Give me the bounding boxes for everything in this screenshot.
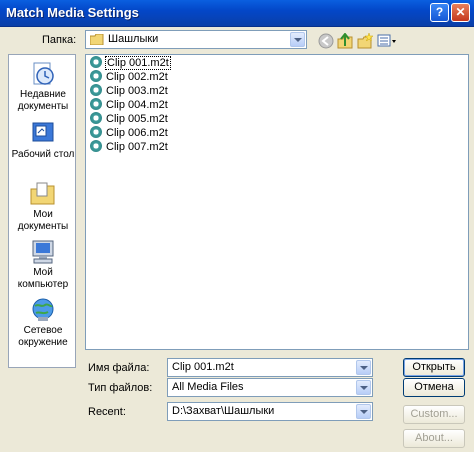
cancel-button[interactable]: Отмена [403,378,465,397]
place-label: Недавние документы [17,89,69,112]
filetype-dropdown[interactable]: All Media Files [167,378,373,397]
place-desktop[interactable]: Рабочий стол [9,121,77,161]
m2t-file-icon [90,112,102,125]
about-button[interactable]: About... [403,429,465,448]
filename-value[interactable]: Clip 001.m2t [172,361,234,373]
recent-label: Recent: [88,406,126,418]
desktop-icon [28,121,58,147]
place-recent-documents[interactable]: Недавние документы [9,61,77,113]
filename-label: Имя файла: [88,362,150,374]
window-title: Match Media Settings [6,5,139,20]
filename-field[interactable]: Clip 001.m2t [167,358,373,377]
new-folder-icon[interactable] [357,32,374,49]
file-name: Clip 002.m2t [106,71,168,83]
list-item[interactable]: Clip 004.m2t [90,98,169,112]
open-button[interactable]: Открыть [403,358,465,377]
lookin-dropdown[interactable]: Шашлыки [85,30,307,49]
filetype-value: All Media Files [172,381,244,393]
list-item[interactable]: Clip 003.m2t [90,84,169,98]
place-label: Рабочий стол [11,149,75,160]
recent-documents-icon [28,61,58,87]
chevron-down-icon[interactable] [356,380,371,395]
m2t-file-icon [90,56,102,69]
close-button[interactable]: ✕ [451,3,470,22]
lookin-value: Шашлыки [108,33,159,45]
place-my-documents[interactable]: Мои документы [9,181,77,233]
m2t-file-icon [90,98,102,111]
file-list[interactable]: Clip 001.m2t Clip 002.m2t Clip 003.m2t C… [85,54,469,350]
filetype-label: Тип файлов: [88,382,153,394]
place-label: Мои документы [17,209,69,232]
recent-value: D:\Захват\Шашлыки [172,405,275,417]
folder-icon [89,33,104,46]
m2t-file-icon [90,84,102,97]
m2t-file-icon [90,70,102,83]
file-name: Clip 007.m2t [106,141,168,153]
place-label: Мой компьютер [17,267,69,290]
up-folder-icon[interactable] [337,32,353,49]
chevron-down-icon[interactable] [356,360,371,375]
place-my-computer[interactable]: Мой компьютер [9,239,77,291]
m2t-file-icon [90,140,102,153]
m2t-file-icon [90,126,102,139]
place-label: Сетевое окружение [18,325,68,348]
back-icon[interactable] [318,33,334,49]
help-button[interactable]: ? [430,3,449,22]
list-item[interactable]: Clip 005.m2t [90,112,169,126]
places-bar: Недавние документы Рабочий стол Мои доку… [8,54,76,368]
my-documents-folder-icon [28,181,58,207]
title-bar: Match Media Settings ? ✕ [0,0,474,27]
chevron-down-icon[interactable] [290,32,305,47]
my-computer-icon [28,239,58,265]
place-network[interactable]: Сетевое окружение [9,297,77,349]
list-item[interactable]: Clip 007.m2t [90,140,169,154]
file-name: Clip 001.m2t [105,56,171,70]
file-name: Clip 004.m2t [106,99,168,111]
list-item[interactable]: Clip 001.m2t [90,56,171,70]
file-name: Clip 003.m2t [106,85,168,97]
file-name: Clip 005.m2t [106,113,168,125]
list-item[interactable]: Clip 006.m2t [90,126,169,140]
recent-dropdown[interactable]: D:\Захват\Шашлыки [167,402,373,421]
file-name: Clip 006.m2t [106,127,168,139]
chevron-down-icon[interactable] [356,404,371,419]
custom-button[interactable]: Custom... [403,405,465,424]
view-menu-icon[interactable] [377,33,397,49]
network-icon [28,297,58,323]
lookin-label: Папка: [42,34,77,46]
list-item[interactable]: Clip 002.m2t [90,70,169,84]
